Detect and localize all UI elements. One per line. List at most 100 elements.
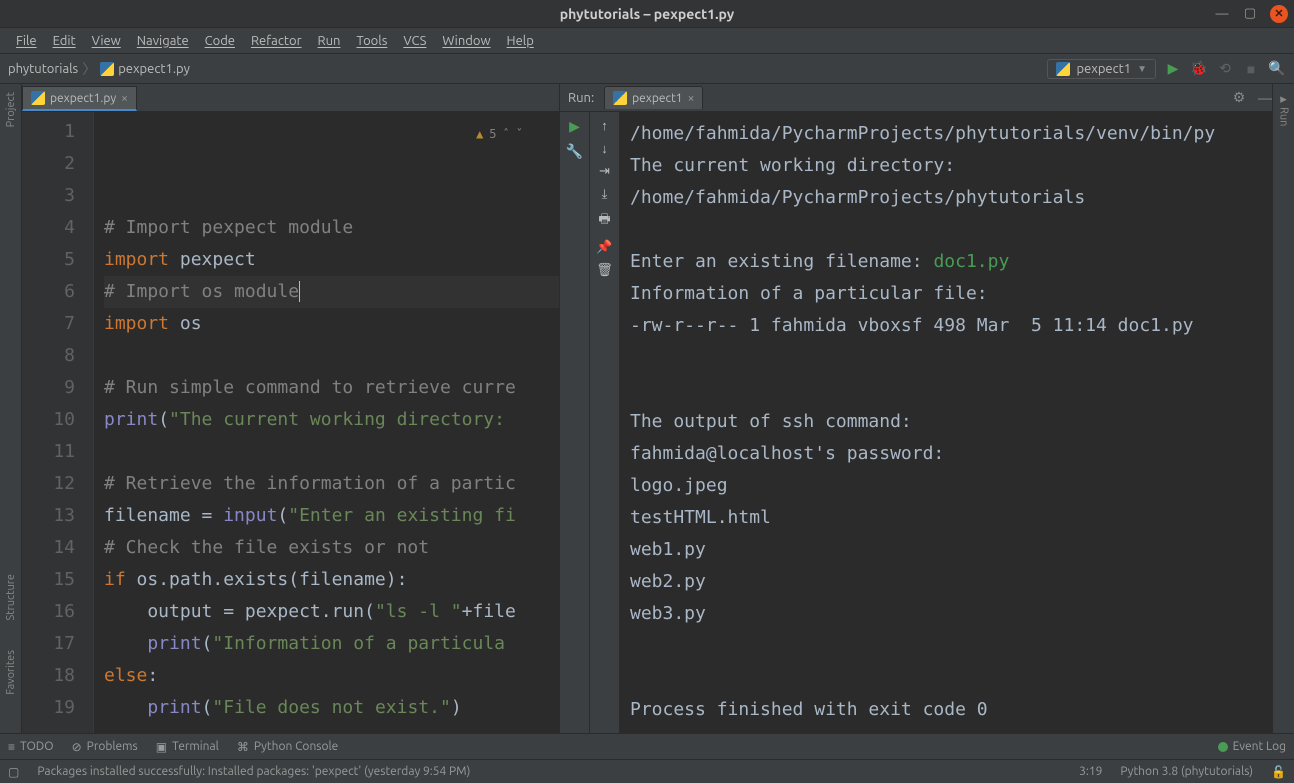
close-tab-icon[interactable]: ×	[121, 92, 128, 105]
scroll-icon[interactable]: ⤓	[602, 187, 608, 202]
run-icon[interactable]: ▶	[1164, 60, 1182, 77]
menu-window[interactable]: Window	[434, 32, 498, 50]
up-icon[interactable]: ↑	[601, 118, 608, 133]
status-launcher-icon[interactable]: ▢	[8, 765, 19, 779]
titlebar: phytutorials – pexpect1.py — ▢ ✕	[0, 0, 1294, 28]
debug-icon[interactable]: 🐞	[1190, 60, 1208, 77]
left-rail-favorites[interactable]: Favorites	[5, 650, 17, 695]
code-line[interactable]: if os.path.exists(filename):	[104, 564, 559, 596]
chevron-up-icon[interactable]: ˆ	[503, 118, 510, 150]
line-number: 10	[26, 404, 75, 436]
interpreter[interactable]: Python 3.8 (phytutorials)	[1120, 765, 1253, 778]
navbar: phytutorials 〉 pexpect1.py pexpect1 ▼ ▶ …	[0, 54, 1294, 84]
left-rail-project[interactable]: Project	[5, 92, 17, 127]
bottom-python-console[interactable]: ⌘Python Console	[237, 740, 339, 754]
breadcrumb-project[interactable]: phytutorials	[8, 62, 78, 76]
code-line[interactable]: # Retrieve the information of a partic	[104, 468, 559, 500]
maximize-icon[interactable]: ▢	[1242, 6, 1258, 22]
python-icon	[1056, 62, 1070, 76]
list-icon: ≡	[8, 740, 15, 754]
code-area[interactable]: ▲ 5 ˆ ˇ # Import pexpect moduleimport pe…	[94, 112, 559, 733]
notification-icon	[1218, 742, 1228, 752]
console-line	[630, 662, 1262, 694]
chevron-right-icon: 〉	[82, 59, 96, 79]
minimize-panel-icon[interactable]: —	[1258, 90, 1272, 106]
lock-icon[interactable]: 🔓	[1271, 765, 1286, 779]
run-tab[interactable]: pexpect1 ×	[604, 86, 703, 109]
chevron-down-icon[interactable]: ˇ	[516, 118, 523, 150]
menu-code[interactable]: Code	[197, 32, 243, 50]
bottom-problems[interactable]: ⊘Problems	[72, 740, 138, 754]
stop-icon[interactable]: ■	[1242, 61, 1260, 77]
line-number: 7	[26, 308, 75, 340]
print-icon[interactable]: 🖶	[598, 210, 610, 232]
code-line[interactable]: else:	[104, 660, 559, 692]
menu-run[interactable]: Run	[310, 32, 349, 50]
down-icon[interactable]: ↓	[601, 141, 608, 156]
console-line: The output of ssh command:	[630, 406, 1262, 438]
menu-refactor[interactable]: Refactor	[243, 32, 310, 50]
code-line[interactable]: import os	[104, 308, 559, 340]
line-number: 14	[26, 532, 75, 564]
wrench-icon[interactable]: 🔧	[566, 143, 583, 160]
minimize-icon[interactable]: —	[1214, 6, 1230, 22]
bottom-event-log[interactable]: Event Log	[1218, 740, 1286, 753]
code-line[interactable]: print("Information of a particula	[104, 628, 559, 660]
code-line[interactable]: # Run simple command to retrieve curre	[104, 372, 559, 404]
statusbar: ▢ Packages installed successfully: Insta…	[0, 759, 1294, 783]
console-line: Information of a particular file:	[630, 278, 1262, 310]
code-line[interactable]: # Check the file exists or not	[104, 532, 559, 564]
console-output[interactable]: /home/fahmida/PycharmProjects/phytutoria…	[620, 112, 1272, 733]
code-line[interactable]: filename = input("Enter an existing fi	[104, 500, 559, 532]
left-rail-structure[interactable]: Structure	[5, 574, 17, 621]
menu-view[interactable]: View	[84, 32, 129, 50]
coverage-icon[interactable]: ⟲	[1216, 60, 1234, 77]
trash-icon[interactable]: 🗑	[596, 263, 613, 278]
editor-body[interactable]: 12345678910111213141516171819 ▲ 5 ˆ ˇ # …	[22, 112, 559, 733]
bottom-terminal[interactable]: ▣Terminal	[156, 740, 219, 754]
run-config-selector[interactable]: pexpect1 ▼	[1047, 59, 1156, 79]
line-number: 1	[26, 116, 75, 148]
run-toolbar-primary: ▶ 🔧	[560, 112, 590, 733]
expand-icon[interactable]: ▸	[1280, 92, 1287, 107]
inspection-widget[interactable]: ▲ 5 ˆ ˇ	[476, 118, 523, 150]
breadcrumb-file[interactable]: pexpect1.py	[118, 62, 190, 76]
pin-icon[interactable]: 📌	[596, 240, 612, 255]
close-icon[interactable]: ✕	[1270, 5, 1288, 23]
code-line[interactable]	[104, 724, 559, 733]
code-line[interactable]: output = pexpect.run("ls -l "+file	[104, 596, 559, 628]
console-line: testHTML.html	[630, 502, 1262, 534]
code-line[interactable]: print("File does not exist.")	[104, 692, 559, 724]
line-number: 18	[26, 660, 75, 692]
menu-navigate[interactable]: Navigate	[129, 32, 197, 50]
wrap-icon[interactable]: ⇥	[599, 164, 610, 179]
editor-tab-row: pexpect1.py ×	[22, 84, 559, 112]
rerun-icon[interactable]: ▶	[569, 118, 580, 135]
code-line[interactable]	[104, 436, 559, 468]
menubar: File Edit View Navigate Code Refactor Ru…	[0, 28, 1294, 54]
menu-file[interactable]: File	[8, 32, 45, 50]
right-rail-run[interactable]: Run	[1278, 107, 1290, 126]
menu-vcs[interactable]: VCS	[395, 32, 434, 50]
console-line	[630, 214, 1262, 246]
content-area: Project Structure Favorites pexpect1.py …	[0, 84, 1294, 733]
line-number: 19	[26, 692, 75, 724]
code-line[interactable]: print("The current working directory:	[104, 404, 559, 436]
editor-tab[interactable]: pexpect1.py ×	[22, 86, 137, 111]
menu-edit[interactable]: Edit	[45, 32, 84, 50]
console-line: logo.jpeg	[630, 470, 1262, 502]
code-line[interactable]: # Import os module	[104, 276, 559, 308]
menu-tools[interactable]: Tools	[348, 32, 395, 50]
caret-position[interactable]: 3:19	[1079, 765, 1102, 778]
warning-icon: ⊘	[72, 740, 82, 754]
code-line[interactable]: import pexpect	[104, 244, 559, 276]
bottom-todo[interactable]: ≡TODO	[8, 740, 54, 754]
gear-icon[interactable]: ⚙	[1230, 89, 1248, 106]
menu-help[interactable]: Help	[499, 32, 542, 50]
code-line[interactable]	[104, 340, 559, 372]
console-line	[630, 374, 1262, 406]
code-line[interactable]: # Import pexpect module	[104, 212, 559, 244]
search-icon[interactable]: 🔍	[1268, 60, 1286, 77]
close-run-tab-icon[interactable]: ×	[688, 92, 695, 105]
warning-icon: ▲	[476, 118, 483, 150]
